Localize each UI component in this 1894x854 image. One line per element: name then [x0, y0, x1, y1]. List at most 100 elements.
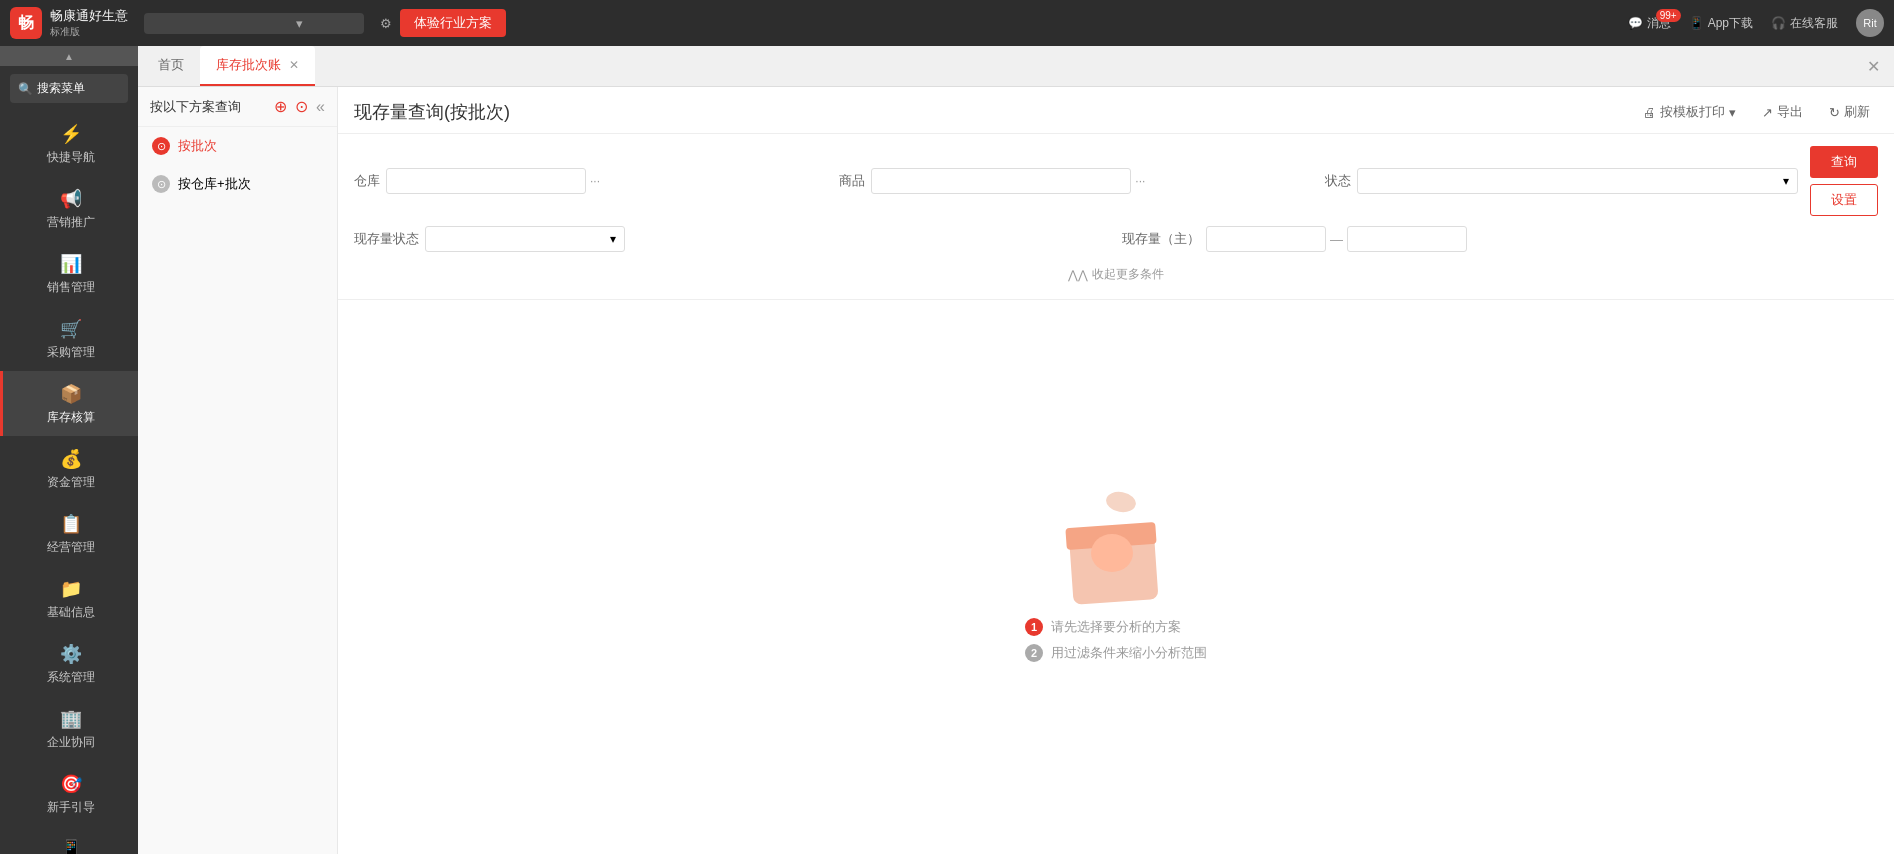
top-bar-right: 💬 消息 99+ 📱 App下载 🎧 在线客服 Rit — [1628, 9, 1884, 37]
inventory-icon: 📦 — [60, 383, 82, 405]
add-filter-icon[interactable]: ⊕ — [274, 97, 287, 116]
warehouse-more-button[interactable]: ··· — [590, 174, 600, 188]
stock-main-from-input[interactable] — [1206, 226, 1326, 252]
search-icon: 🔍 — [18, 82, 33, 96]
filter-conditions: 仓库 ··· 商品 ··· 状态 — [338, 134, 1894, 300]
status-field: 状态 ▾ — [1325, 168, 1798, 194]
filter-row-1: 仓库 ··· 商品 ··· 状态 — [354, 146, 1878, 216]
sidebar-item-newcomer[interactable]: 🎯 新手引导 — [0, 761, 138, 826]
filter-warehouse-batch-icon: ⊙ — [152, 175, 170, 193]
product-more-button[interactable]: ··· — [1135, 174, 1145, 188]
stock-status-field: 现存量状态 ▾ — [354, 226, 1110, 252]
sidebar: ▲ 🔍 搜索菜单 ⚡ 快捷导航 📢 营销推广 📊 销售管理 🛒 采购管理 📦 库… — [0, 46, 138, 854]
page-content: 按以下方案查询 ⊕ ⊙ « ⊙ 按批次 ⊙ 按仓库+批次 — [138, 87, 1894, 854]
sidebar-item-search[interactable]: 🔍 搜索菜单 — [10, 74, 128, 103]
refresh-button[interactable]: ↻ 刷新 — [1821, 99, 1878, 125]
sidebar-item-finance[interactable]: 💰 资金管理 — [0, 436, 138, 501]
tab-close-all-button[interactable]: ✕ — [1857, 49, 1890, 84]
filter-header-actions: ⊕ ⊙ « — [274, 97, 325, 116]
main-layout: ▲ 🔍 搜索菜单 ⚡ 快捷导航 📢 营销推广 📊 销售管理 🛒 采购管理 📦 库… — [0, 46, 1894, 854]
edition-label: 标准版 — [50, 25, 122, 39]
box-face — [1091, 534, 1133, 572]
newcomer-icon: 🎯 — [60, 773, 82, 795]
basic-icon: 📁 — [60, 578, 82, 600]
sidebar-item-basic[interactable]: 📁 基础信息 — [0, 566, 138, 631]
query-button[interactable]: 查询 — [1810, 146, 1878, 178]
filter-panel: 按以下方案查询 ⊕ ⊙ « ⊙ 按批次 ⊙ 按仓库+批次 — [138, 87, 338, 854]
operation-icon: 📋 — [60, 513, 82, 535]
sidebar-item-inventory[interactable]: 📦 库存核算 — [0, 371, 138, 436]
collapse-icon: ⋀⋀ — [1068, 268, 1088, 282]
sidebar-item-purchase[interactable]: 🛒 采购管理 — [0, 306, 138, 371]
print-icon: 🖨 — [1643, 105, 1656, 120]
settings-button[interactable]: 设置 — [1810, 184, 1878, 216]
search-chevron-icon[interactable]: ▾ — [296, 16, 303, 31]
avatar: Rit — [1856, 9, 1884, 37]
sidebar-item-marketing[interactable]: 📢 营销推广 — [0, 176, 138, 241]
collapse-conditions-button[interactable]: ⋀⋀ 收起更多条件 — [354, 262, 1878, 287]
empty-hint-1: 1 请先选择要分析的方案 — [1025, 618, 1207, 636]
trial-button[interactable]: 体验行业方案 — [400, 9, 506, 37]
sidebar-item-sales[interactable]: 📊 销售管理 — [0, 241, 138, 306]
empty-hints: 1 请先选择要分析的方案 2 用过滤条件来缩小分析范围 — [1025, 618, 1207, 662]
tab-home[interactable]: 首页 — [142, 46, 200, 86]
sidebar-item-operation[interactable]: 📋 经营管理 — [0, 501, 138, 566]
product-input[interactable] — [871, 168, 1131, 194]
warehouse-input[interactable] — [386, 168, 586, 194]
status-select[interactable]: ▾ — [1357, 168, 1798, 194]
app-download-button[interactable]: 📱 App下载 — [1689, 15, 1753, 32]
warehouse-field: 仓库 ··· — [354, 168, 827, 194]
headset-icon: 🎧 — [1771, 16, 1786, 30]
empty-hint-2: 2 用过滤条件来缩小分析范围 — [1025, 644, 1207, 662]
message-icon: 💬 — [1628, 16, 1643, 30]
online-service-button[interactable]: 🎧 在线客服 — [1771, 15, 1838, 32]
phone-icon: 📱 — [1689, 16, 1704, 30]
enterprise-icon: 🏢 — [60, 708, 82, 730]
marketing-icon: 📢 — [60, 188, 82, 210]
search-input[interactable] — [152, 16, 292, 30]
settings-gear-icon[interactable]: ⚙ — [380, 16, 392, 31]
collapse-filter-icon[interactable]: « — [316, 98, 325, 116]
company-name: 畅康通好生意 — [50, 7, 128, 25]
app-logo: 畅 — [10, 7, 42, 39]
purchase-icon: 🛒 — [60, 318, 82, 340]
sidebar-scroll-up[interactable]: ▲ — [0, 46, 138, 66]
message-badge: 99+ — [1656, 9, 1681, 22]
empty-illustration — [1056, 492, 1176, 602]
sidebar-item-system[interactable]: ⚙️ 系统管理 — [0, 631, 138, 696]
status-chevron-icon: ▾ — [1783, 174, 1789, 188]
tab-bar: 首页 库存批次账 ✕ ✕ — [138, 46, 1894, 87]
query-area: 现存量查询(按批次) 🖨 按模板打印 ▾ ↗ 导出 ↻ — [338, 87, 1894, 854]
print-chevron-icon: ▾ — [1729, 105, 1736, 120]
refresh-icon: ↻ — [1829, 105, 1840, 120]
tab-close-icon[interactable]: ✕ — [289, 58, 299, 72]
stock-status-select[interactable]: ▾ — [425, 226, 625, 252]
page-title-bar: 现存量查询(按批次) 🖨 按模板打印 ▾ ↗ 导出 ↻ — [338, 87, 1894, 134]
export-button[interactable]: ↗ 导出 — [1754, 99, 1811, 125]
empty-state: 1 请先选择要分析的方案 2 用过滤条件来缩小分析范围 — [338, 300, 1894, 854]
box-ear — [1104, 490, 1137, 515]
filter-item-by-warehouse-batch[interactable]: ⊙ 按仓库+批次 — [138, 165, 337, 203]
title-actions: 🖨 按模板打印 ▾ ↗ 导出 ↻ 刷新 — [1635, 99, 1878, 125]
sidebar-item-quick-nav[interactable]: ⚡ 快捷导航 — [0, 111, 138, 176]
apps-icon: 📱 — [60, 838, 82, 854]
search-area[interactable]: ▾ — [144, 13, 364, 34]
filter-item-by-batch[interactable]: ⊙ 按批次 — [138, 127, 337, 165]
print-template-button[interactable]: 🖨 按模板打印 ▾ — [1635, 99, 1744, 125]
settings-filter-icon[interactable]: ⊙ — [295, 97, 308, 116]
stock-status-chevron-icon: ▾ — [610, 232, 616, 246]
system-icon: ⚙️ — [60, 643, 82, 665]
filter-header: 按以下方案查询 ⊕ ⊙ « — [138, 87, 337, 127]
export-icon: ↗ — [1762, 105, 1773, 120]
message-button[interactable]: 💬 消息 99+ — [1628, 15, 1671, 32]
user-avatar-button[interactable]: Rit — [1856, 9, 1884, 37]
sidebar-item-apps[interactable]: 📱 应用中心 — [0, 826, 138, 854]
sidebar-item-enterprise[interactable]: 🏢 企业协同 — [0, 696, 138, 761]
finance-icon: 💰 — [60, 448, 82, 470]
page-title: 现存量查询(按批次) — [354, 100, 510, 124]
tab-inventory-batch[interactable]: 库存批次账 ✕ — [200, 46, 315, 86]
stock-main-to-input[interactable] — [1347, 226, 1467, 252]
stock-main-field: 现存量（主） — — [1122, 226, 1878, 252]
top-bar: 畅 畅康通好生意 标准版 ▾ ⚙ 体验行业方案 💬 消息 99+ 📱 App下载… — [0, 0, 1894, 46]
quick-nav-icon: ⚡ — [60, 123, 82, 145]
